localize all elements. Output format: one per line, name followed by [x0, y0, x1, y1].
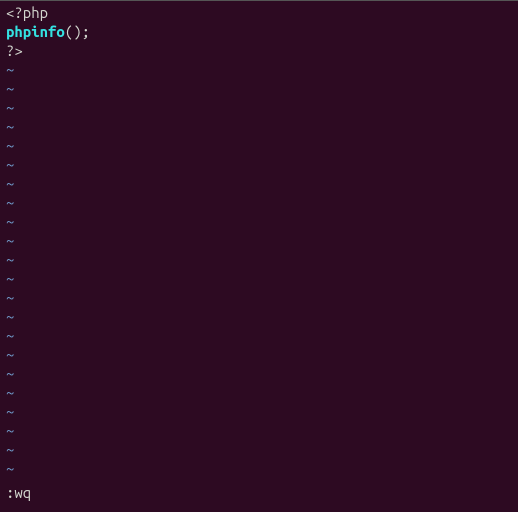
empty-line-tilde: ~	[6, 117, 512, 136]
empty-line-tilde: ~	[6, 79, 512, 98]
php-parentheses: ();	[65, 23, 90, 40]
empty-line-tilde: ~	[6, 250, 512, 269]
empty-line-tilde: ~	[6, 193, 512, 212]
empty-line-tilde: ~	[6, 60, 512, 79]
empty-line-tilde: ~	[6, 345, 512, 364]
empty-line-tilde: ~	[6, 383, 512, 402]
empty-line-tilde: ~	[6, 212, 512, 231]
empty-line-tilde: ~	[6, 326, 512, 345]
code-line-3: ?>	[6, 41, 512, 60]
empty-line-tilde: ~	[6, 307, 512, 326]
vim-command-line[interactable]: :wq	[6, 483, 31, 502]
empty-line-tilde: ~	[6, 155, 512, 174]
empty-line-tilde: ~	[6, 288, 512, 307]
empty-line-tilde: ~	[6, 174, 512, 193]
vim-editor-buffer[interactable]: <?php phpinfo(); ?> ~~~~~~~~~~~~~~~~~~~~…	[0, 1, 518, 478]
code-line-2: phpinfo();	[6, 22, 512, 41]
php-open-tag: <?php	[6, 4, 48, 21]
empty-line-tilde: ~	[6, 421, 512, 440]
php-close-tag: ?>	[6, 42, 23, 59]
php-function-name: phpinfo	[6, 23, 65, 40]
empty-line-tilde: ~	[6, 364, 512, 383]
code-line-1: <?php	[6, 3, 512, 22]
empty-line-tilde: ~	[6, 269, 512, 288]
empty-line-tilde: ~	[6, 231, 512, 250]
empty-line-tilde: ~	[6, 440, 512, 459]
empty-line-tilde: ~	[6, 402, 512, 421]
empty-line-tilde: ~	[6, 136, 512, 155]
empty-line-tilde: ~	[6, 459, 512, 478]
empty-line-tilde: ~	[6, 98, 512, 117]
